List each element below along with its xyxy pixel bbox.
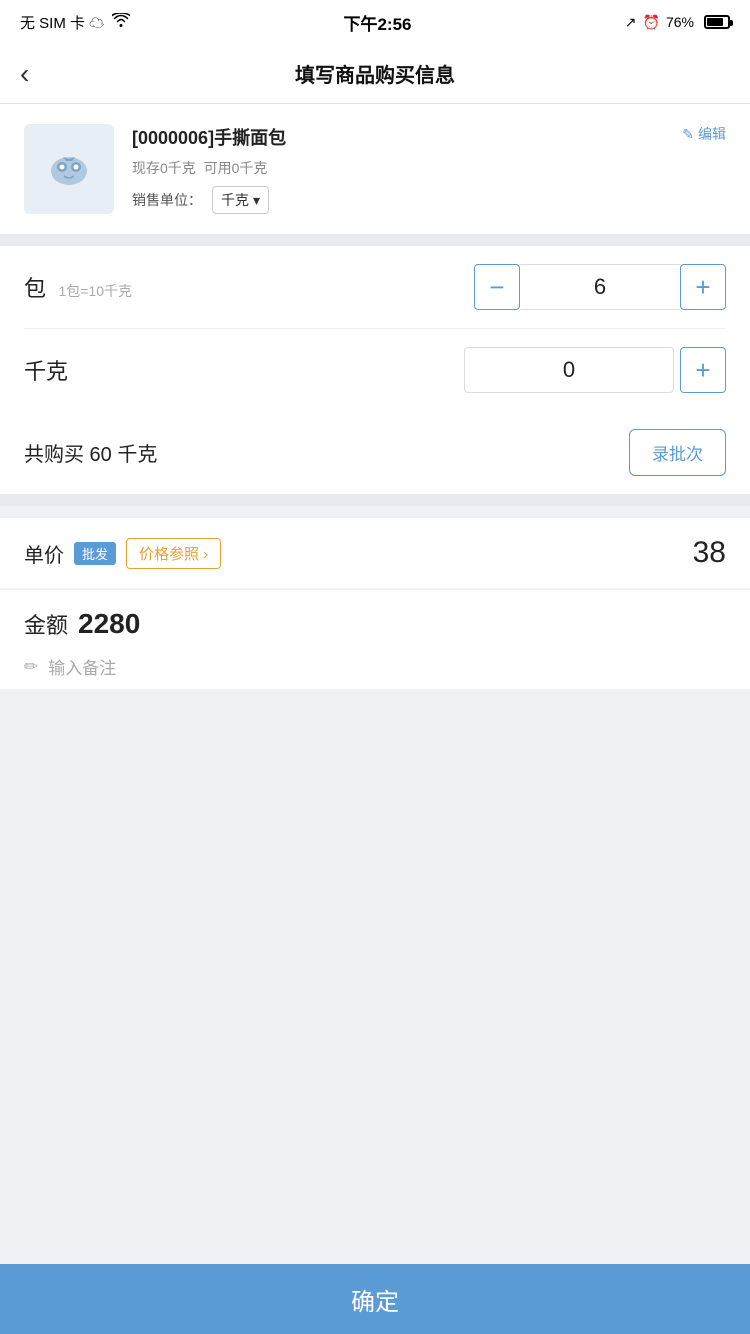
product-name: [0000006]手撕面包 [132, 124, 726, 150]
package-row: 包 1包=10千克 − + [24, 246, 726, 329]
amount-row: 金额 2280 [24, 608, 726, 640]
kg-plus-button[interactable]: + [680, 347, 726, 393]
package-plus-button[interactable]: + [680, 264, 726, 310]
product-unit-row: 销售单位： 千克 ▾ [132, 186, 726, 214]
price-ref-button[interactable]: 价格参照 › [126, 538, 221, 569]
product-stock: 现存0千克 可用0千克 [132, 158, 726, 178]
sim-label: 无 SIM 卡 ☁ [20, 12, 104, 33]
amount-value: 2280 [78, 608, 140, 640]
kg-row: 千克 + [24, 329, 726, 411]
status-bar: 无 SIM 卡 ☁ 下午2:56 ↗ ⏰ 76% [0, 0, 750, 44]
package-minus-button[interactable]: − [474, 264, 520, 310]
note-icon: ✏ [24, 657, 38, 677]
kg-qty-control: + [464, 347, 726, 393]
package-quantity-input[interactable] [520, 264, 680, 310]
confirm-button[interactable]: 确定 [0, 1264, 750, 1334]
wifi-icon [112, 13, 130, 31]
battery-icon [704, 15, 730, 29]
chevron-down-icon: ▾ [253, 192, 260, 209]
unit-dropdown[interactable]: 千克 ▾ [212, 186, 269, 214]
price-section: 单价 批发 价格参照 › 38 [0, 518, 750, 588]
page-title: 填写商品购买信息 [295, 59, 455, 88]
batch-button[interactable]: 录批次 [629, 429, 726, 476]
package-qty-control: − + [474, 264, 726, 310]
note-placeholder: 输入备注 [48, 654, 116, 679]
alarm-icon: ⏰ [643, 14, 660, 31]
separator-2 [0, 494, 750, 506]
product-info: [0000006]手撕面包 现存0千克 可用0千克 销售单位： 千克 ▾ [132, 124, 726, 214]
status-time: 下午2:56 [343, 10, 411, 35]
amount-label: 金额 [24, 608, 68, 640]
product-card: [0000006]手撕面包 现存0千克 可用0千克 销售单位： 千克 ▾ ✎ 编… [0, 104, 750, 234]
amount-section: 金额 2280 ✏ 输入备注 [0, 590, 750, 689]
location-icon: ↗ [625, 14, 637, 31]
empty-area [0, 689, 750, 1019]
status-right: ↗ ⏰ 76% [625, 14, 730, 31]
kg-label: 千克 [24, 354, 68, 386]
edit-button[interactable]: ✎ 编辑 [682, 124, 726, 144]
kg-quantity-input[interactable] [464, 347, 674, 393]
separator-1 [0, 234, 750, 246]
package-section: 包 1包=10千克 − + 千克 + [0, 246, 750, 411]
edit-icon: ✎ [682, 126, 694, 143]
total-label: 共购买 60 千克 [24, 438, 157, 467]
status-left: 无 SIM 卡 ☁ [20, 12, 130, 33]
note-row[interactable]: ✏ 输入备注 [24, 654, 726, 679]
price-label: 单价 批发 价格参照 › [24, 538, 221, 569]
nav-bar: ‹ 填写商品购买信息 [0, 44, 750, 104]
price-badge: 批发 [74, 542, 116, 565]
back-button[interactable]: ‹ [20, 58, 29, 90]
price-value: 38 [693, 536, 726, 570]
product-image [24, 124, 114, 214]
battery-percent: 76% [666, 14, 694, 30]
package-label: 包 1包=10千克 [24, 271, 132, 303]
total-section: 共购买 60 千克 录批次 [0, 411, 750, 494]
